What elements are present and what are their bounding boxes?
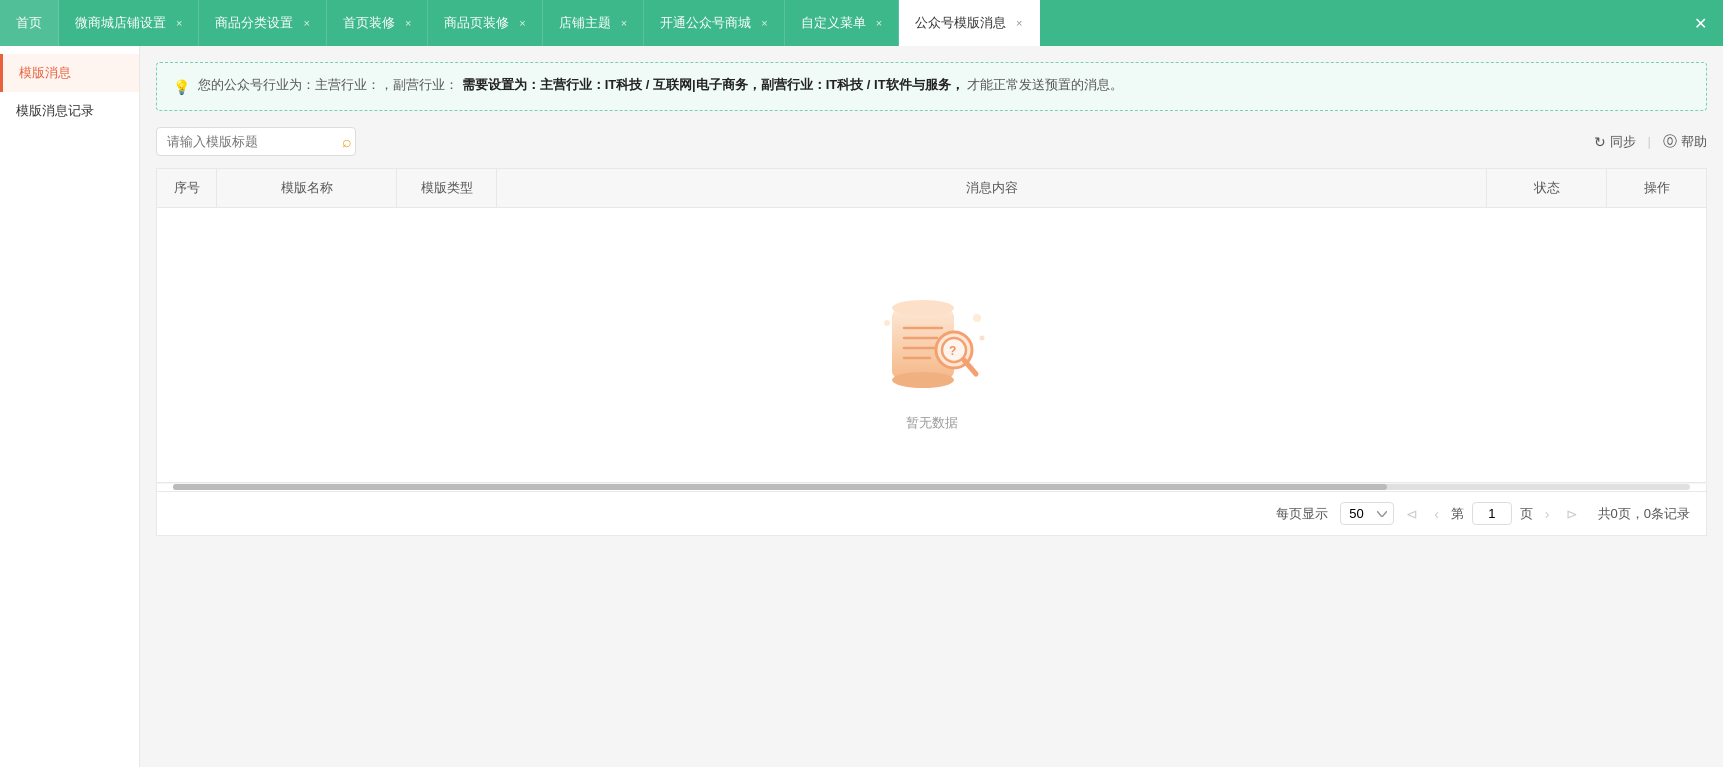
sync-icon: ↻	[1594, 134, 1606, 150]
th-action: 操作	[1607, 169, 1707, 208]
sync-button[interactable]: ↻ 同步	[1594, 133, 1636, 151]
data-table: 序号 模版名称 模版类型 消息内容 状态 操作	[156, 168, 1707, 483]
pagination: 每页显示 10 20 50 100 ⊲ ‹ 第 页 › ⊳ 共0页，0条记录	[156, 492, 1707, 536]
nav-tab-open-mall[interactable]: 开通公众号商城 ×	[644, 0, 784, 46]
svg-point-4	[892, 372, 954, 388]
sidebar-item-template-msg-record[interactable]: 模版消息记录	[0, 92, 139, 130]
nav-tab-shop-settings[interactable]: 微商城店铺设置 ×	[59, 0, 199, 46]
nav-tab-open-mall-close[interactable]: ×	[761, 17, 767, 29]
help-icon: ⓪	[1663, 133, 1677, 151]
top-nav: 首页 微商城店铺设置 × 商品分类设置 × 首页装修 × 商品页装修 × 店铺主…	[0, 0, 1723, 46]
total-info: 共0页，0条记录	[1598, 505, 1690, 523]
nav-tab-category-settings-close[interactable]: ×	[303, 17, 309, 29]
scrollbar-track	[173, 484, 1690, 490]
last-page-button[interactable]: ⊳	[1562, 504, 1582, 524]
horizontal-scrollbar[interactable]	[156, 484, 1707, 492]
th-content: 消息内容	[497, 169, 1487, 208]
prev-page-button[interactable]: ‹	[1430, 504, 1443, 524]
svg-point-15	[979, 336, 984, 341]
svg-line-11	[964, 360, 976, 374]
nav-tab-product-decoration[interactable]: 商品页装修 ×	[428, 0, 542, 46]
nav-tab-product-decoration-label: 商品页装修	[444, 14, 509, 32]
search-icon: ⌕	[342, 133, 352, 150]
notice-box: 💡 您的公众号行业为：主营行业：，副营行业： 需要设置为：主营行业：IT科技 /…	[156, 62, 1707, 111]
svg-point-3	[892, 300, 954, 316]
sync-label: 同步	[1610, 133, 1636, 151]
th-status: 状态	[1487, 169, 1607, 208]
nav-tab-template-msg[interactable]: 公众号模版消息 ×	[899, 0, 1039, 46]
per-page-select[interactable]: 10 20 50 100	[1340, 502, 1394, 525]
nav-tab-open-mall-label: 开通公众号商城	[660, 14, 751, 32]
nav-tab-shop-settings-close[interactable]: ×	[176, 17, 182, 29]
nav-tab-template-msg-close[interactable]: ×	[1016, 17, 1022, 29]
nav-tab-home-label: 首页	[16, 14, 42, 32]
first-page-button[interactable]: ⊲	[1402, 504, 1422, 524]
help-label: 帮助	[1681, 133, 1707, 151]
table-empty-row: ?	[157, 208, 1707, 483]
empty-text: 暂无数据	[169, 414, 1694, 432]
notice-text: 您的公众号行业为：主营行业：，副营行业： 需要设置为：主营行业：IT科技 / 互…	[198, 75, 1123, 96]
page-input[interactable]	[1472, 502, 1512, 525]
scrollbar-thumb[interactable]	[173, 484, 1387, 490]
th-type: 模版类型	[397, 169, 497, 208]
notice-prefix: 您的公众号行业为：主营行业：，副营行业：	[198, 77, 458, 92]
notice-highlight: 需要设置为：主营行业：IT科技 / 互联网|电子商务，副营行业：IT科技 / I…	[462, 77, 964, 92]
nav-tab-store-theme[interactable]: 店铺主题 ×	[543, 0, 644, 46]
nav-tab-custom-menu-close[interactable]: ×	[876, 17, 882, 29]
nav-tab-store-theme-label: 店铺主题	[559, 14, 611, 32]
empty-state: ?	[169, 218, 1694, 472]
nav-tab-home[interactable]: 首页	[0, 0, 59, 46]
svg-point-13	[884, 320, 890, 326]
page-di-label: 第	[1451, 505, 1464, 523]
th-name: 模版名称	[217, 169, 397, 208]
nav-tab-custom-menu[interactable]: 自定义菜单 ×	[785, 0, 899, 46]
sidebar-item-template-msg-label: 模版消息	[19, 65, 71, 80]
nav-tab-home-decoration-close[interactable]: ×	[405, 17, 411, 29]
page-label: 页	[1520, 505, 1533, 523]
next-page-button[interactable]: ›	[1541, 504, 1554, 524]
svg-point-14	[973, 314, 981, 322]
content-area: 💡 您的公众号行业为：主营行业：，副营行业： 需要设置为：主营行业：IT科技 /…	[140, 46, 1723, 767]
main-layout: 模版消息 模版消息记录 💡 您的公众号行业为：主营行业：，副营行业： 需要设置为…	[0, 46, 1723, 767]
nav-tab-store-theme-close[interactable]: ×	[621, 17, 627, 29]
svg-text:?: ?	[949, 344, 956, 358]
toolbar-right: ↻ 同步 | ⓪ 帮助	[1594, 133, 1707, 151]
nav-tab-home-decoration-label: 首页装修	[343, 14, 395, 32]
table-header-row: 序号 模版名称 模版类型 消息内容 状态 操作	[157, 169, 1707, 208]
search-bar: ⌕ ↻ 同步 | ⓪ 帮助	[156, 127, 1707, 156]
notice-suffix: 才能正常发送预置的消息。	[967, 77, 1123, 92]
search-button[interactable]: ⌕	[334, 133, 360, 151]
search-input[interactable]	[156, 127, 356, 156]
nav-tab-home-decoration[interactable]: 首页装修 ×	[327, 0, 428, 46]
per-page-label: 每页显示	[1276, 505, 1328, 523]
empty-icon: ?	[872, 278, 992, 398]
nav-tab-custom-menu-label: 自定义菜单	[801, 14, 866, 32]
nav-tab-shop-settings-label: 微商城店铺设置	[75, 14, 166, 32]
nav-tab-template-msg-label: 公众号模版消息	[915, 14, 1006, 32]
sidebar-item-template-msg-record-label: 模版消息记录	[16, 103, 94, 118]
sidebar: 模版消息 模版消息记录	[0, 46, 140, 767]
table-body: ?	[157, 208, 1707, 483]
notice-icon: 💡	[173, 76, 190, 98]
sidebar-item-template-msg[interactable]: 模版消息	[0, 54, 139, 92]
nav-tab-product-decoration-close[interactable]: ×	[519, 17, 525, 29]
th-seq: 序号	[157, 169, 217, 208]
toolbar-divider: |	[1648, 134, 1651, 149]
help-button[interactable]: ⓪ 帮助	[1663, 133, 1707, 151]
table-empty-cell: ?	[157, 208, 1707, 483]
nav-tab-category-settings-label: 商品分类设置	[215, 14, 293, 32]
nav-tab-category-settings[interactable]: 商品分类设置 ×	[199, 0, 326, 46]
close-all-button[interactable]: ✕	[1678, 14, 1723, 33]
